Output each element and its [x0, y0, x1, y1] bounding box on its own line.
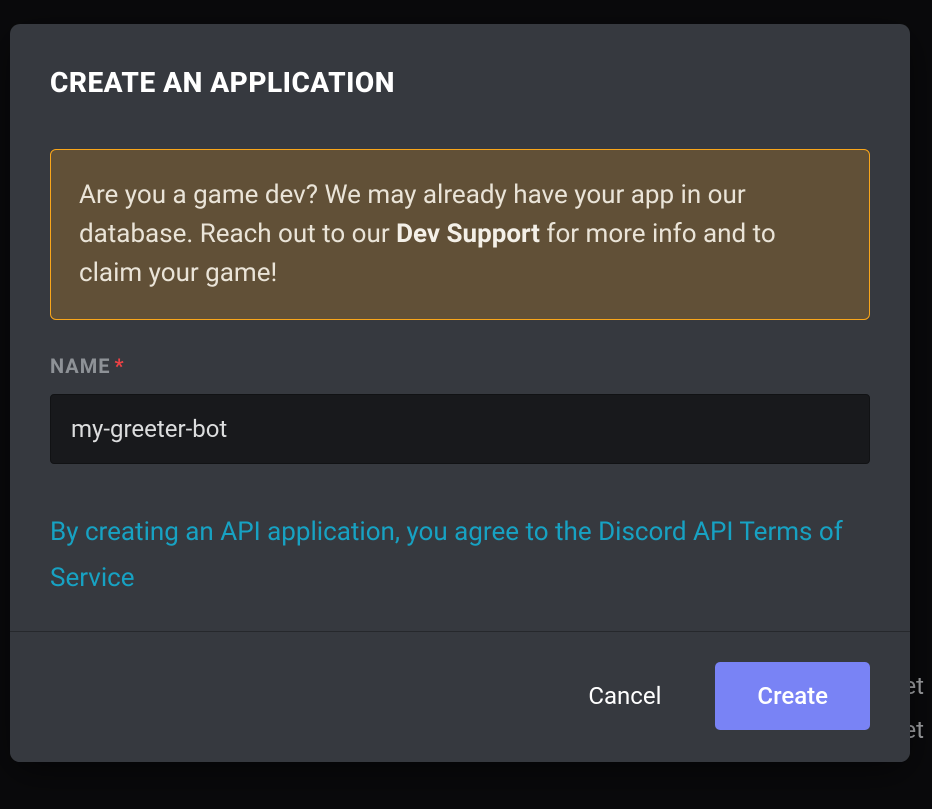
dialog-body: CREATE AN APPLICATION Are you a game dev…	[10, 24, 910, 631]
required-indicator: *	[114, 354, 124, 378]
cancel-button[interactable]: Cancel	[584, 676, 665, 716]
application-name-input[interactable]	[50, 394, 870, 464]
tos-link[interactable]: By creating an API application, you agre…	[50, 517, 843, 593]
dev-support-link[interactable]: Dev Support	[396, 219, 540, 249]
create-button[interactable]: Create	[715, 662, 870, 730]
name-label: NAME*	[50, 354, 870, 378]
dialog-title: CREATE AN APPLICATION	[50, 66, 870, 99]
notice-text: Are you a game dev? We may already have …	[79, 180, 776, 288]
dialog-footer: Cancel Create	[10, 631, 910, 762]
create-application-dialog: CREATE AN APPLICATION Are you a game dev…	[10, 24, 910, 762]
game-dev-notice: Are you a game dev? We may already have …	[50, 149, 870, 320]
name-label-text: NAME	[50, 354, 110, 378]
